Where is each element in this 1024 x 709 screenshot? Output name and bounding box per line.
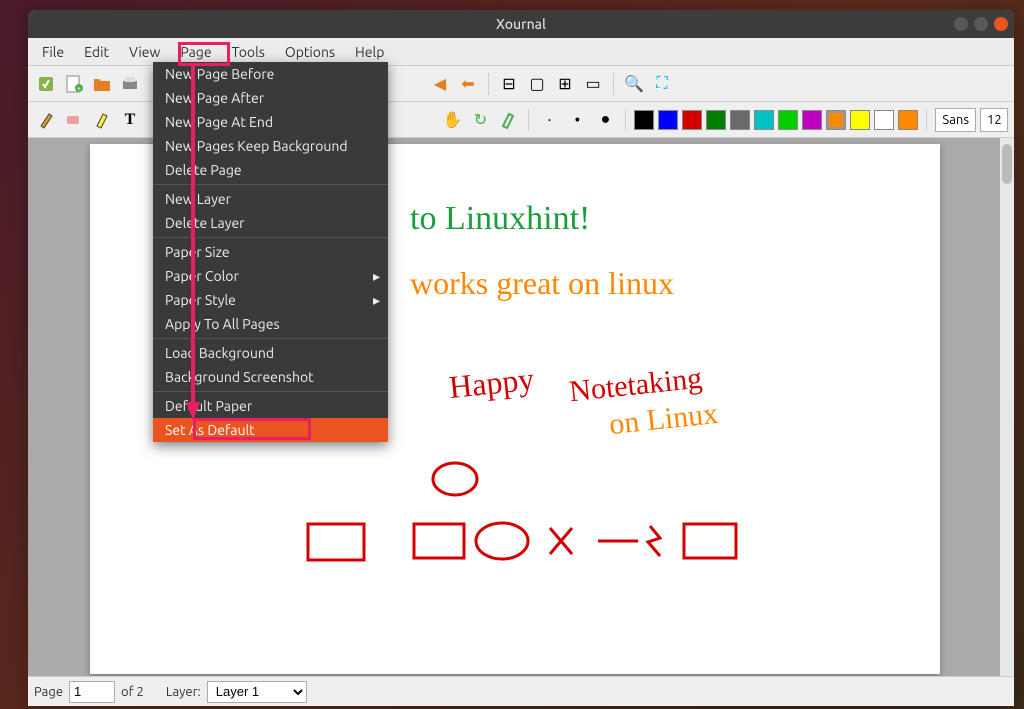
menu-apply-all-pages[interactable]: Apply To All Pages bbox=[153, 312, 388, 336]
vertical-scrollbar[interactable] bbox=[1000, 138, 1014, 676]
window-controls bbox=[954, 17, 1008, 31]
menu-new-page-before[interactable]: New Page Before bbox=[153, 62, 388, 86]
menu-separator bbox=[153, 184, 388, 185]
maximize-button[interactable] bbox=[974, 17, 988, 31]
color-cyan[interactable] bbox=[754, 110, 774, 130]
prev-page-icon[interactable]: ⬅ bbox=[456, 72, 480, 96]
print-icon[interactable] bbox=[118, 72, 142, 96]
page-total: of 2 bbox=[121, 685, 144, 699]
separator bbox=[528, 109, 529, 131]
pen-tool-icon[interactable] bbox=[34, 108, 58, 132]
eraser-tool-icon[interactable] bbox=[62, 108, 86, 132]
color-magenta[interactable] bbox=[802, 110, 822, 130]
titlebar: Xournal bbox=[28, 10, 1014, 38]
layer-label: Layer: bbox=[166, 685, 201, 699]
fit-page-icon[interactable]: ▢ bbox=[525, 72, 549, 96]
menu-default-paper[interactable]: Default Paper bbox=[153, 394, 388, 418]
menu-page[interactable]: Page bbox=[170, 40, 221, 64]
minimize-button[interactable] bbox=[954, 17, 968, 31]
menu-paper-style[interactable]: Paper Style bbox=[153, 288, 388, 312]
menu-paper-size[interactable]: Paper Size bbox=[153, 240, 388, 264]
save-icon[interactable] bbox=[34, 72, 58, 96]
statusbar: Page of 2 Layer: Layer 1 bbox=[28, 676, 1014, 706]
close-button[interactable] bbox=[994, 17, 1008, 31]
highlighter-tool-icon[interactable] bbox=[90, 108, 114, 132]
menu-help[interactable]: Help bbox=[345, 40, 394, 64]
page-menu-dropdown: New Page Before New Page After New Page … bbox=[153, 62, 388, 442]
menu-background-screenshot[interactable]: Background Screenshot bbox=[153, 365, 388, 389]
zoom-out-icon[interactable]: ⊟ bbox=[497, 72, 521, 96]
window-title: Xournal bbox=[496, 16, 546, 32]
color-green[interactable] bbox=[706, 110, 726, 130]
new-doc-icon[interactable]: + bbox=[62, 72, 86, 96]
page-width-icon[interactable]: ▭ bbox=[581, 72, 605, 96]
color-gray[interactable] bbox=[730, 110, 750, 130]
menu-delete-page[interactable]: Delete Page bbox=[153, 158, 388, 182]
thickness-thin-icon[interactable]: · bbox=[537, 108, 561, 132]
scrollbar-thumb[interactable] bbox=[1002, 144, 1012, 184]
color-black[interactable] bbox=[634, 110, 654, 130]
menu-new-pages-keep-bg[interactable]: New Pages Keep Background bbox=[153, 134, 388, 158]
color-yellow[interactable] bbox=[850, 110, 870, 130]
menu-edit[interactable]: Edit bbox=[74, 40, 119, 64]
svg-text:+: + bbox=[77, 85, 81, 93]
page-number-input[interactable] bbox=[69, 681, 115, 703]
svg-text:works great on linux: works great on linux bbox=[410, 265, 674, 301]
color-lime[interactable] bbox=[778, 110, 798, 130]
layer-select[interactable]: Layer 1 bbox=[207, 681, 307, 703]
menu-set-as-default[interactable]: Set As Default bbox=[153, 418, 388, 442]
menu-separator bbox=[153, 338, 388, 339]
text-tool-icon[interactable]: T bbox=[118, 108, 142, 132]
color-red[interactable] bbox=[682, 110, 702, 130]
svg-text:to Linuxhint!: to Linuxhint! bbox=[410, 200, 590, 237]
thickness-med-icon[interactable]: • bbox=[565, 108, 589, 132]
separator bbox=[613, 73, 614, 95]
shape-tool-icon[interactable] bbox=[496, 108, 520, 132]
svg-text:on Linux: on Linux bbox=[608, 397, 720, 441]
separator bbox=[488, 73, 489, 95]
fullscreen-icon[interactable]: ⛶ bbox=[650, 72, 674, 96]
menu-new-page-after[interactable]: New Page After bbox=[153, 86, 388, 110]
menu-view[interactable]: View bbox=[119, 40, 170, 64]
thickness-thick-icon[interactable]: ● bbox=[593, 108, 617, 132]
svg-text:Happy: Happy bbox=[447, 360, 536, 405]
undo-icon[interactable]: ↻ bbox=[468, 108, 492, 132]
menu-load-background[interactable]: Load Background bbox=[153, 341, 388, 365]
separator bbox=[625, 109, 626, 131]
zoom-icon[interactable]: 🔍 bbox=[622, 72, 646, 96]
open-folder-icon[interactable] bbox=[90, 72, 114, 96]
menu-delete-layer[interactable]: Delete Layer bbox=[153, 211, 388, 235]
menu-separator bbox=[153, 391, 388, 392]
menu-tools[interactable]: Tools bbox=[222, 40, 275, 64]
hand-tool-icon[interactable]: ✋ bbox=[440, 108, 464, 132]
menu-new-page-at-end[interactable]: New Page At End bbox=[153, 110, 388, 134]
menu-paper-color[interactable]: Paper Color bbox=[153, 264, 388, 288]
zoom-in-icon[interactable]: ⊞ bbox=[553, 72, 577, 96]
menu-file[interactable]: File bbox=[32, 40, 74, 64]
menu-new-layer[interactable]: New Layer bbox=[153, 187, 388, 211]
font-family-select[interactable]: Sans bbox=[935, 108, 976, 132]
color-blue[interactable] bbox=[658, 110, 678, 130]
color-white[interactable] bbox=[874, 110, 894, 130]
color-orange[interactable] bbox=[826, 110, 846, 130]
font-size-input[interactable]: 12 bbox=[980, 108, 1008, 132]
menu-separator bbox=[153, 237, 388, 238]
menu-options[interactable]: Options bbox=[275, 40, 345, 64]
first-page-icon[interactable]: ◀ bbox=[428, 72, 452, 96]
page-label: Page bbox=[34, 685, 63, 699]
color-custom[interactable] bbox=[898, 110, 918, 130]
separator bbox=[926, 109, 927, 131]
